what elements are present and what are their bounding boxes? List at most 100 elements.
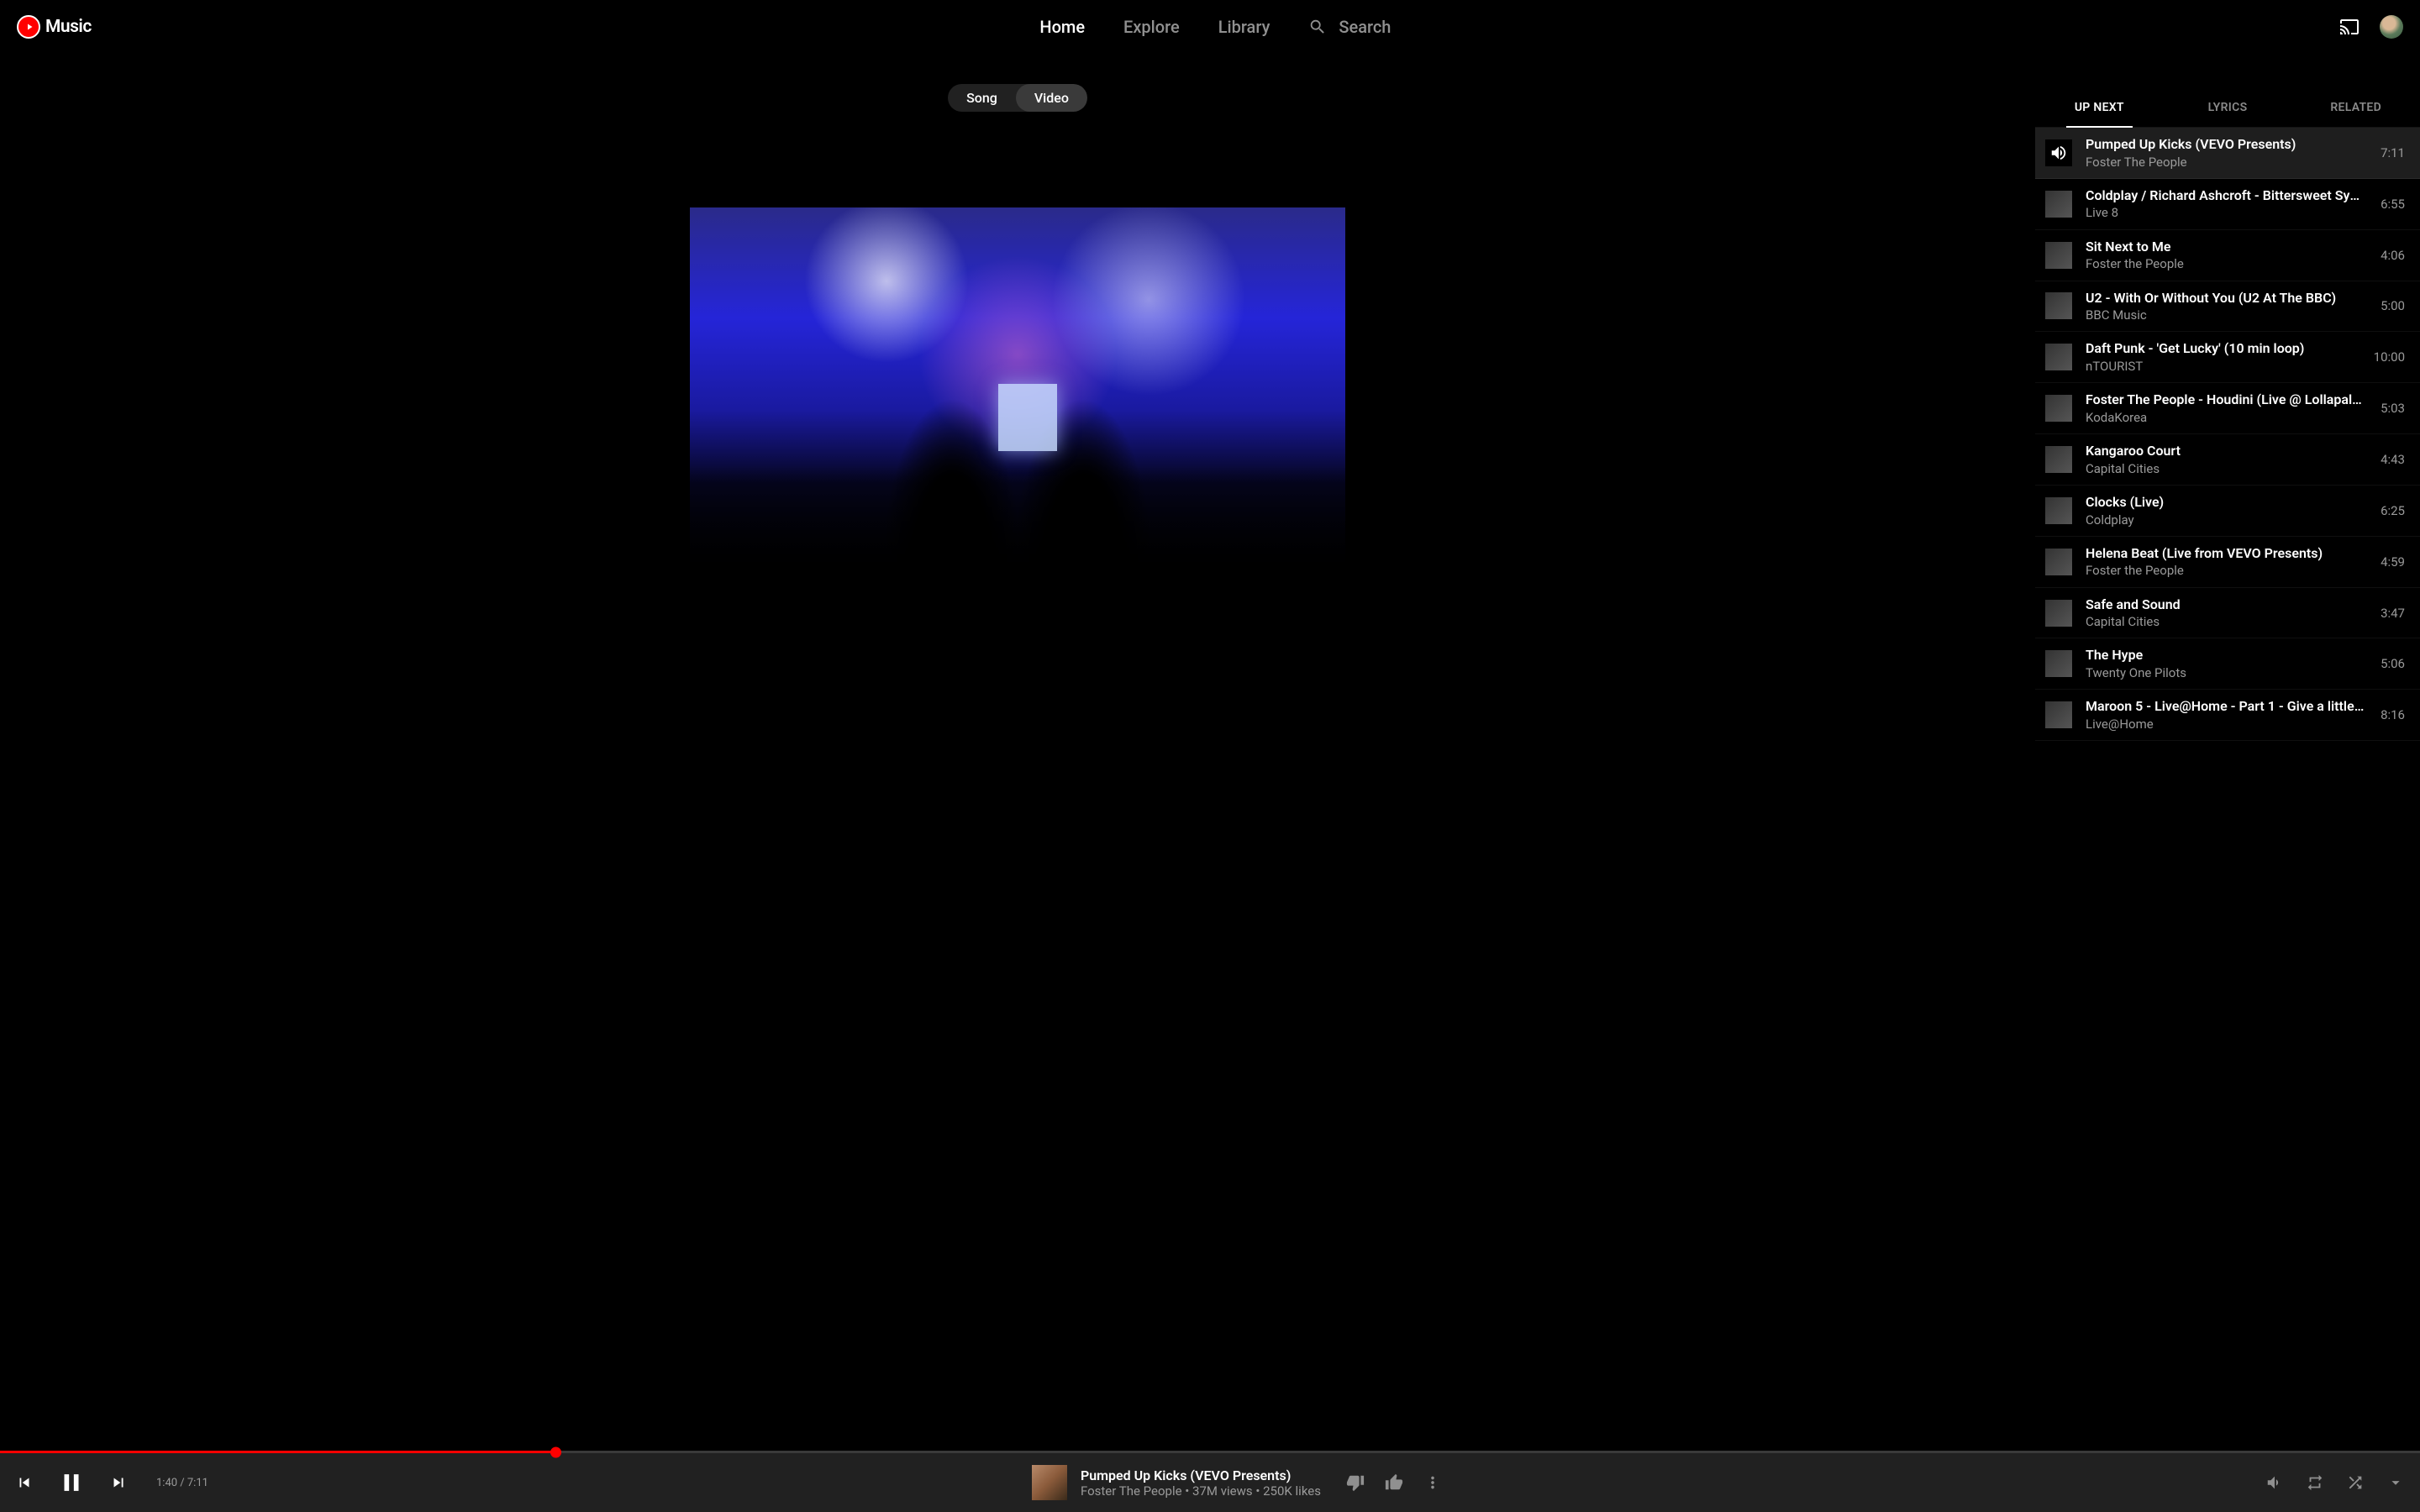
queue-item-title: Clocks (Live)	[2086, 493, 2367, 512]
queue-item-artist: Capital Cities	[2086, 460, 2367, 477]
queue-item[interactable]: Coldplay / Richard Ashcroft - Bitterswee…	[2035, 179, 2420, 230]
queue-item[interactable]: Pumped Up Kicks (VEVO Presents)Foster Th…	[2035, 128, 2420, 179]
queue-item-info: Safe and SoundCapital Cities	[2086, 596, 2367, 631]
tab-up-next[interactable]: UP NEXT	[2035, 87, 2164, 127]
queue-thumb	[2045, 549, 2072, 575]
nav-home[interactable]: Home	[1039, 17, 1085, 37]
queue-item-title: Maroon 5 - Live@Home - Part 1 - Give a l…	[2086, 697, 2367, 716]
skip-previous-icon	[15, 1473, 34, 1492]
queue-item-title: Pumped Up Kicks (VEVO Presents)	[2086, 135, 2367, 154]
topbar: Music Home Explore Library Search	[0, 0, 2420, 54]
volume-icon[interactable]	[2265, 1473, 2284, 1492]
previous-button[interactable]	[15, 1473, 34, 1492]
logo[interactable]: Music	[17, 15, 92, 39]
queue-item-artist: BBC Music	[2086, 307, 2367, 323]
toggle-video[interactable]: Video	[1016, 84, 1087, 112]
queue-item-info: Helena Beat (Live from VEVO Presents)Fos…	[2086, 544, 2367, 580]
queue-item-title: U2 - With Or Without You (U2 At The BBC)	[2086, 289, 2367, 307]
queue-item-duration: 4:06	[2381, 248, 2410, 263]
next-button[interactable]	[109, 1473, 128, 1492]
skip-next-icon	[109, 1473, 128, 1492]
toggle-song[interactable]: Song	[948, 84, 1016, 112]
queue-thumb	[2045, 395, 2072, 422]
queue-item[interactable]: Helena Beat (Live from VEVO Presents)Fos…	[2035, 537, 2420, 588]
queue-tabs: UP NEXT LYRICS RELATED	[2035, 87, 2420, 128]
queue-panel: UP NEXT LYRICS RELATED Pumped Up Kicks (…	[2035, 54, 2420, 1451]
video-pane: Song Video	[0, 54, 2035, 1451]
queue-item-artist: nTOURIST	[2086, 358, 2360, 375]
queue-item-info: Kangaroo CourtCapital Cities	[2086, 442, 2367, 477]
queue-item-info: Sit Next to MeFoster the People	[2086, 238, 2367, 273]
queue-item[interactable]: Sit Next to MeFoster the People 4:06	[2035, 230, 2420, 281]
queue-item[interactable]: Maroon 5 - Live@Home - Part 1 - Give a l…	[2035, 690, 2420, 741]
thumb-up-icon[interactable]	[1385, 1473, 1403, 1492]
queue-item-duration: 10:00	[2374, 349, 2410, 365]
player-controls: 1:40 / 7:11	[15, 1468, 208, 1497]
queue-item-info: The HypeTwenty One Pilots	[2086, 646, 2367, 681]
queue-item-artist: Twenty One Pilots	[2086, 664, 2367, 681]
queue-item-title: Kangaroo Court	[2086, 442, 2367, 460]
queue-thumb	[2045, 292, 2072, 319]
queue-item-artist: Foster The People	[2086, 154, 2367, 171]
queue-item-duration: 8:16	[2381, 707, 2410, 722]
queue-item-artist: Live 8	[2086, 204, 2367, 221]
queue-item[interactable]: Safe and SoundCapital Cities 3:47	[2035, 588, 2420, 639]
queue-item-artist: Foster the People	[2086, 562, 2367, 579]
more-vert-icon[interactable]	[1423, 1473, 1442, 1492]
content: Song Video UP NEXT LYRICS RELATED Pumped…	[0, 54, 2420, 1451]
logo-text: Music	[45, 17, 92, 37]
progress-bar[interactable]	[0, 1451, 2420, 1453]
queue-item-duration: 5:06	[2381, 656, 2410, 671]
player-meta: Pumped Up Kicks (VEVO Presents) Foster T…	[1081, 1467, 1321, 1499]
queue-thumb	[2045, 497, 2072, 524]
queue-item-duration: 6:55	[2381, 197, 2410, 212]
repeat-icon[interactable]	[2306, 1473, 2324, 1492]
player-bar: 1:40 / 7:11 Pumped Up Kicks (VEVO Presen…	[0, 1453, 2420, 1512]
queue-item-duration: 6:25	[2381, 503, 2410, 518]
queue-item[interactable]: Foster The People - Houdini (Live @ Loll…	[2035, 383, 2420, 434]
chevron-down-icon[interactable]	[2386, 1473, 2405, 1492]
queue-thumb	[2045, 191, 2072, 218]
player-subline: Foster The People • 37M views • 250K lik…	[1081, 1483, 1321, 1499]
tab-related[interactable]: RELATED	[2291, 87, 2420, 127]
queue-item-title: Daft Punk - 'Get Lucky' (10 min loop)	[2086, 339, 2360, 358]
thumb-down-icon[interactable]	[1346, 1473, 1365, 1492]
play-pause-button[interactable]	[57, 1468, 86, 1497]
queue-item-info: U2 - With Or Without You (U2 At The BBC)…	[2086, 289, 2367, 324]
avatar[interactable]	[2380, 15, 2403, 39]
queue-item-artist: Coldplay	[2086, 512, 2367, 528]
queue-item[interactable]: Daft Punk - 'Get Lucky' (10 min loop)nTO…	[2035, 332, 2420, 383]
queue-item-info: Pumped Up Kicks (VEVO Presents)Foster Th…	[2086, 135, 2367, 171]
nav-center: Home Explore Library Search	[92, 17, 2339, 37]
queue-item-info: Maroon 5 - Live@Home - Part 1 - Give a l…	[2086, 697, 2367, 732]
queue-item-duration: 4:59	[2381, 554, 2410, 570]
player-cover[interactable]	[1032, 1465, 1067, 1500]
video-player[interactable]	[690, 207, 1345, 575]
queue-thumb	[2045, 446, 2072, 473]
queue-item-duration: 3:47	[2381, 606, 2410, 621]
tab-lyrics[interactable]: LYRICS	[2164, 87, 2292, 127]
queue-list[interactable]: Pumped Up Kicks (VEVO Presents)Foster Th…	[2035, 128, 2420, 1451]
nav-library[interactable]: Library	[1218, 17, 1270, 37]
queue-item[interactable]: Kangaroo CourtCapital Cities4:43	[2035, 434, 2420, 486]
queue-item-duration: 5:03	[2381, 401, 2410, 416]
queue-item[interactable]: U2 - With Or Without You (U2 At The BBC)…	[2035, 281, 2420, 333]
player-time: 1:40 / 7:11	[156, 1477, 208, 1489]
search-icon	[1308, 18, 1327, 36]
queue-item[interactable]: The HypeTwenty One Pilots 5:06	[2035, 638, 2420, 690]
player-actions	[1346, 1473, 1442, 1492]
queue-item-duration: 7:11	[2381, 145, 2410, 160]
queue-thumb	[2045, 344, 2072, 370]
cast-icon[interactable]	[2339, 17, 2360, 37]
queue-item[interactable]: Clocks (Live)Coldplay 6:25	[2035, 486, 2420, 537]
queue-item-title: Safe and Sound	[2086, 596, 2367, 614]
queue-item-info: Coldplay / Richard Ashcroft - Bitterswee…	[2086, 186, 2367, 222]
nav-explore[interactable]: Explore	[1123, 17, 1180, 37]
player-title: Pumped Up Kicks (VEVO Presents)	[1081, 1467, 1321, 1483]
search-button[interactable]: Search	[1308, 17, 1391, 37]
shuffle-icon[interactable]	[2346, 1473, 2365, 1492]
youtube-music-icon	[17, 15, 40, 39]
queue-item-info: Clocks (Live)Coldplay	[2086, 493, 2367, 528]
player-right	[2265, 1473, 2405, 1492]
queue-item-info: Daft Punk - 'Get Lucky' (10 min loop)nTO…	[2086, 339, 2360, 375]
